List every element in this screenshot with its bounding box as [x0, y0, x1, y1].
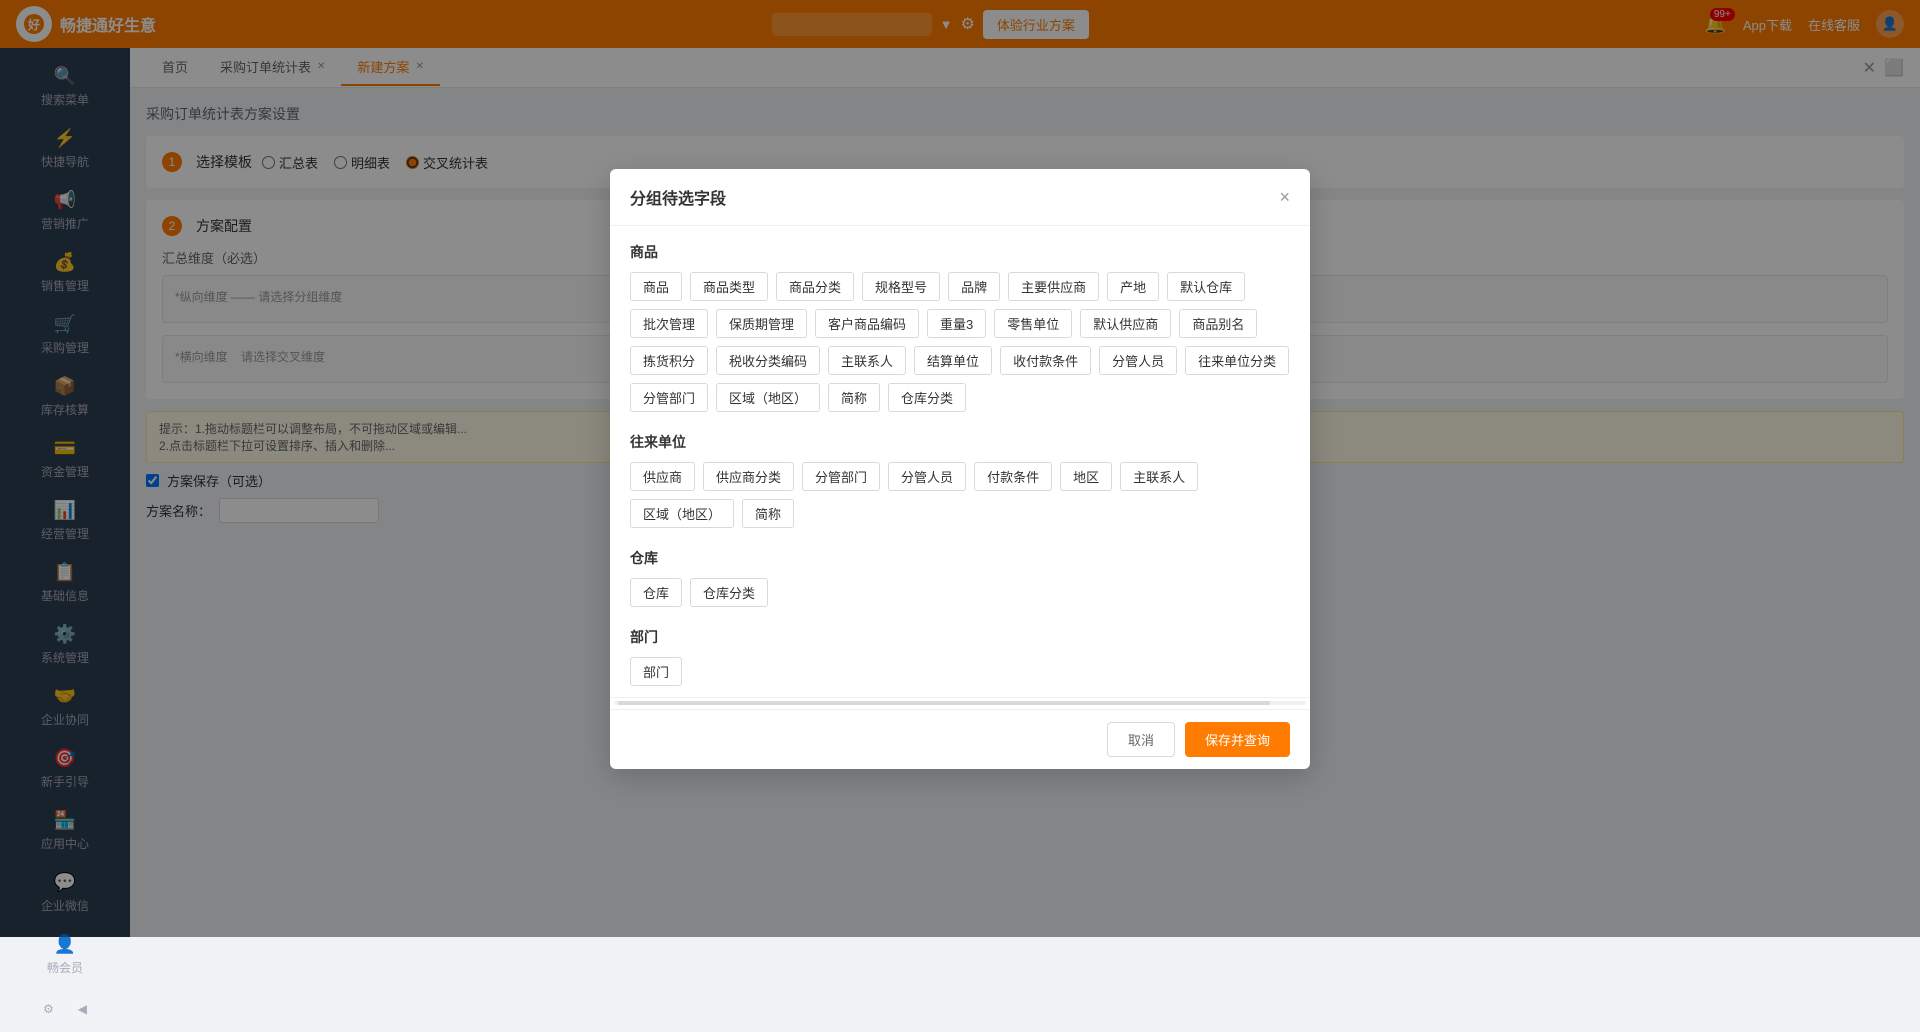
section-partner: 往来单位 供应商 供应商分类 分管部门 分管人员 付款条件 地区 主联系人 区域… [630, 432, 1290, 528]
tag-payment-cond[interactable]: 付款条件 [974, 462, 1052, 491]
dialog-footer: 取消 保存并查询 [610, 709, 1310, 769]
tag-dept[interactable]: 部门 [630, 657, 682, 686]
section-dept-tags: 部门 [630, 657, 1290, 686]
tag-spec-model[interactable]: 规格型号 [862, 272, 940, 301]
tag-main-contact-partner[interactable]: 主联系人 [1120, 462, 1198, 491]
tag-region-partner[interactable]: 区域（地区） [630, 499, 734, 528]
tag-pick-points[interactable]: 拣货积分 [630, 346, 708, 375]
tag-short-name-partner[interactable]: 简称 [742, 499, 794, 528]
dialog-header: 分组待选字段 × [610, 169, 1310, 226]
sidebar-bottom: ⚙ ◀ [23, 986, 107, 1032]
tag-supplier-category[interactable]: 供应商分类 [703, 462, 794, 491]
section-warehouse-title: 仓库 [630, 548, 1290, 568]
section-goods: 商品 商品 商品类型 商品分类 规格型号 品牌 主要供应商 产地 默认仓库 批次… [630, 242, 1290, 412]
sidebar-label-member: 畅会员 [47, 959, 83, 976]
tag-goods-category[interactable]: 商品分类 [776, 272, 854, 301]
tag-tax-code[interactable]: 税收分类编码 [716, 346, 820, 375]
tag-manager[interactable]: 分管人员 [1099, 346, 1177, 375]
section-goods-title: 商品 [630, 242, 1290, 262]
dialog-body: 商品 商品 商品类型 商品分类 规格型号 品牌 主要供应商 产地 默认仓库 批次… [610, 226, 1310, 697]
tag-batch-mgmt[interactable]: 批次管理 [630, 309, 708, 338]
section-dept: 部门 部门 [630, 627, 1290, 686]
dialog-title: 分组待选字段 [630, 185, 726, 209]
tag-main-contact[interactable]: 主联系人 [828, 346, 906, 375]
tag-brand[interactable]: 品牌 [948, 272, 1000, 301]
confirm-btn[interactable]: 保存并查询 [1185, 722, 1290, 757]
tag-dept-partner[interactable]: 分管部门 [802, 462, 880, 491]
cancel-btn[interactable]: 取消 [1107, 722, 1175, 757]
tag-short-name-goods[interactable]: 简称 [828, 383, 880, 412]
field-select-dialog: 分组待选字段 × 商品 商品 商品类型 商品分类 规格型号 品牌 主要供应商 产… [610, 169, 1310, 769]
tag-managing-dept[interactable]: 分管部门 [630, 383, 708, 412]
section-dept-title: 部门 [630, 627, 1290, 647]
section-warehouse: 仓库 仓库 仓库分类 [630, 548, 1290, 607]
tag-warehouse-category[interactable]: 仓库分类 [690, 578, 768, 607]
tag-person-partner[interactable]: 分管人员 [888, 462, 966, 491]
sidebar-collapse-btn[interactable]: ◀ [70, 998, 95, 1020]
tag-origin[interactable]: 产地 [1107, 272, 1159, 301]
member-icon: 👤 [54, 934, 76, 955]
tag-customer-code[interactable]: 客户商品编码 [815, 309, 919, 338]
tag-region-goods[interactable]: 区域（地区） [716, 383, 820, 412]
tag-area[interactable]: 地区 [1060, 462, 1112, 491]
tag-retail-unit[interactable]: 零售单位 [994, 309, 1072, 338]
tag-main-supplier[interactable]: 主要供应商 [1008, 272, 1099, 301]
tag-weight3[interactable]: 重量3 [927, 309, 986, 338]
section-warehouse-tags: 仓库 仓库分类 [630, 578, 1290, 607]
section-partner-tags: 供应商 供应商分类 分管部门 分管人员 付款条件 地区 主联系人 区域（地区） … [630, 462, 1290, 528]
tag-default-supplier[interactable]: 默认供应商 [1080, 309, 1171, 338]
section-partner-title: 往来单位 [630, 432, 1290, 452]
tag-goods-type[interactable]: 商品类型 [690, 272, 768, 301]
tag-supplier[interactable]: 供应商 [630, 462, 695, 491]
tag-settlement-unit[interactable]: 结算单位 [914, 346, 992, 375]
dialog-close-btn[interactable]: × [1279, 188, 1290, 206]
tag-warehouse-cat[interactable]: 仓库分类 [888, 383, 966, 412]
dialog-hscroll [610, 697, 1310, 709]
tag-default-warehouse[interactable]: 默认仓库 [1167, 272, 1245, 301]
sidebar-settings-btn[interactable]: ⚙ [35, 998, 62, 1020]
tag-partner-category[interactable]: 往来单位分类 [1185, 346, 1289, 375]
tag-shelf-life[interactable]: 保质期管理 [716, 309, 807, 338]
tag-warehouse[interactable]: 仓库 [630, 578, 682, 607]
tag-payment-terms[interactable]: 收付款条件 [1000, 346, 1091, 375]
tag-goods[interactable]: 商品 [630, 272, 682, 301]
tag-goods-alias[interactable]: 商品别名 [1179, 309, 1257, 338]
section-goods-tags: 商品 商品类型 商品分类 规格型号 品牌 主要供应商 产地 默认仓库 批次管理 … [630, 272, 1290, 412]
dialog-overlay: 分组待选字段 × 商品 商品 商品类型 商品分类 规格型号 品牌 主要供应商 产… [0, 0, 1920, 937]
